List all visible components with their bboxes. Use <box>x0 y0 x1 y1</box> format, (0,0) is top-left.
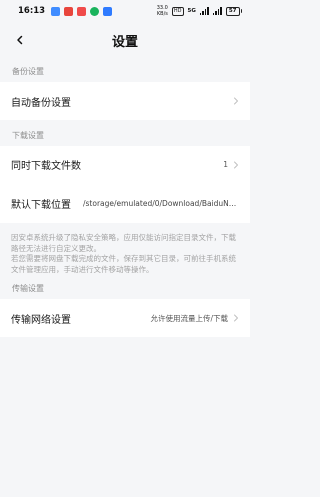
status-bar-left: 16:13 <box>18 6 113 16</box>
transfer-network-setting-row[interactable]: 传输网络设置 允许使用流量上传/下载 <box>0 299 250 337</box>
app-notification-icon <box>64 6 74 16</box>
chevron-left-icon <box>17 35 23 45</box>
app-notification-icon <box>77 6 87 16</box>
app-notification-icon <box>90 6 100 16</box>
status-bar: 16:13 33.0 KB/s HD 5G 57 <box>0 0 250 22</box>
download-card: 同时下载文件数 1 默认下载位置 /storage/emulated/0/Dow… <box>0 146 250 223</box>
transfer-card: 传输网络设置 允许使用流量上传/下载 <box>0 299 250 337</box>
signal-icon <box>212 7 222 15</box>
network-speed-unit: KB/s <box>156 11 168 17</box>
network-speed: 33.0 KB/s <box>157 5 168 17</box>
concurrent-downloads-row[interactable]: 同时下载文件数 1 <box>0 146 250 183</box>
notice-line-1: 因安卓系统升级了隐私安全策略，应用仅能访问指定目录文件，下载路径无法进行自定义更… <box>11 233 236 253</box>
concurrent-downloads-label: 同时下载文件数 <box>11 161 81 172</box>
chevron-right-icon <box>234 161 238 168</box>
auto-backup-setting-row[interactable]: 自动备份设置 <box>0 82 250 120</box>
page-title: 设置 <box>111 34 138 50</box>
backup-card: 自动备份设置 <box>0 82 250 120</box>
nav-bar: 设置 <box>0 22 250 58</box>
section-header-transfer: 传输设置 <box>12 284 44 293</box>
transfer-network-label: 传输网络设置 <box>11 314 71 326</box>
auto-backup-label: 自动备份设置 <box>11 97 71 109</box>
battery-level: 57 <box>225 6 240 16</box>
section-header-download: 下载设置 <box>12 131 44 140</box>
signal-icon <box>199 7 209 15</box>
section-header-backup: 备份设置 <box>12 67 44 76</box>
battery-icon: 57 <box>225 6 242 16</box>
transfer-network-value: 允许使用流量上传/下载 <box>150 313 228 323</box>
back-button[interactable] <box>12 32 28 48</box>
status-time: 16:13 <box>18 6 46 16</box>
default-download-location-label: 默认下载位置 <box>11 199 71 211</box>
concurrent-downloads-value: 1 <box>223 160 228 169</box>
default-download-location-row[interactable]: 默认下载位置 /storage/emulated/0/Download/Baid… <box>0 183 250 223</box>
default-download-location-value: /storage/emulated/0/Download/BaiduNetdis… <box>83 198 237 208</box>
app-notification-icon <box>51 6 61 16</box>
chevron-right-icon <box>234 97 238 105</box>
signal-5g-label: 5G <box>187 8 196 14</box>
notice-line-2: 若您需要将网盘下载完成的文件，保存到其它目录，可前往手机系统文件管理应用，手动进… <box>11 254 236 274</box>
app-notification-icon <box>103 6 113 16</box>
hd-badge: HD <box>171 6 184 16</box>
download-path-notice: 因安卓系统升级了隐私安全策略，应用仅能访问指定目录文件，下载路径无法进行自定义更… <box>0 223 250 275</box>
status-bar-right: 33.0 KB/s HD 5G 57 <box>157 5 242 17</box>
chevron-right-icon <box>234 314 238 322</box>
